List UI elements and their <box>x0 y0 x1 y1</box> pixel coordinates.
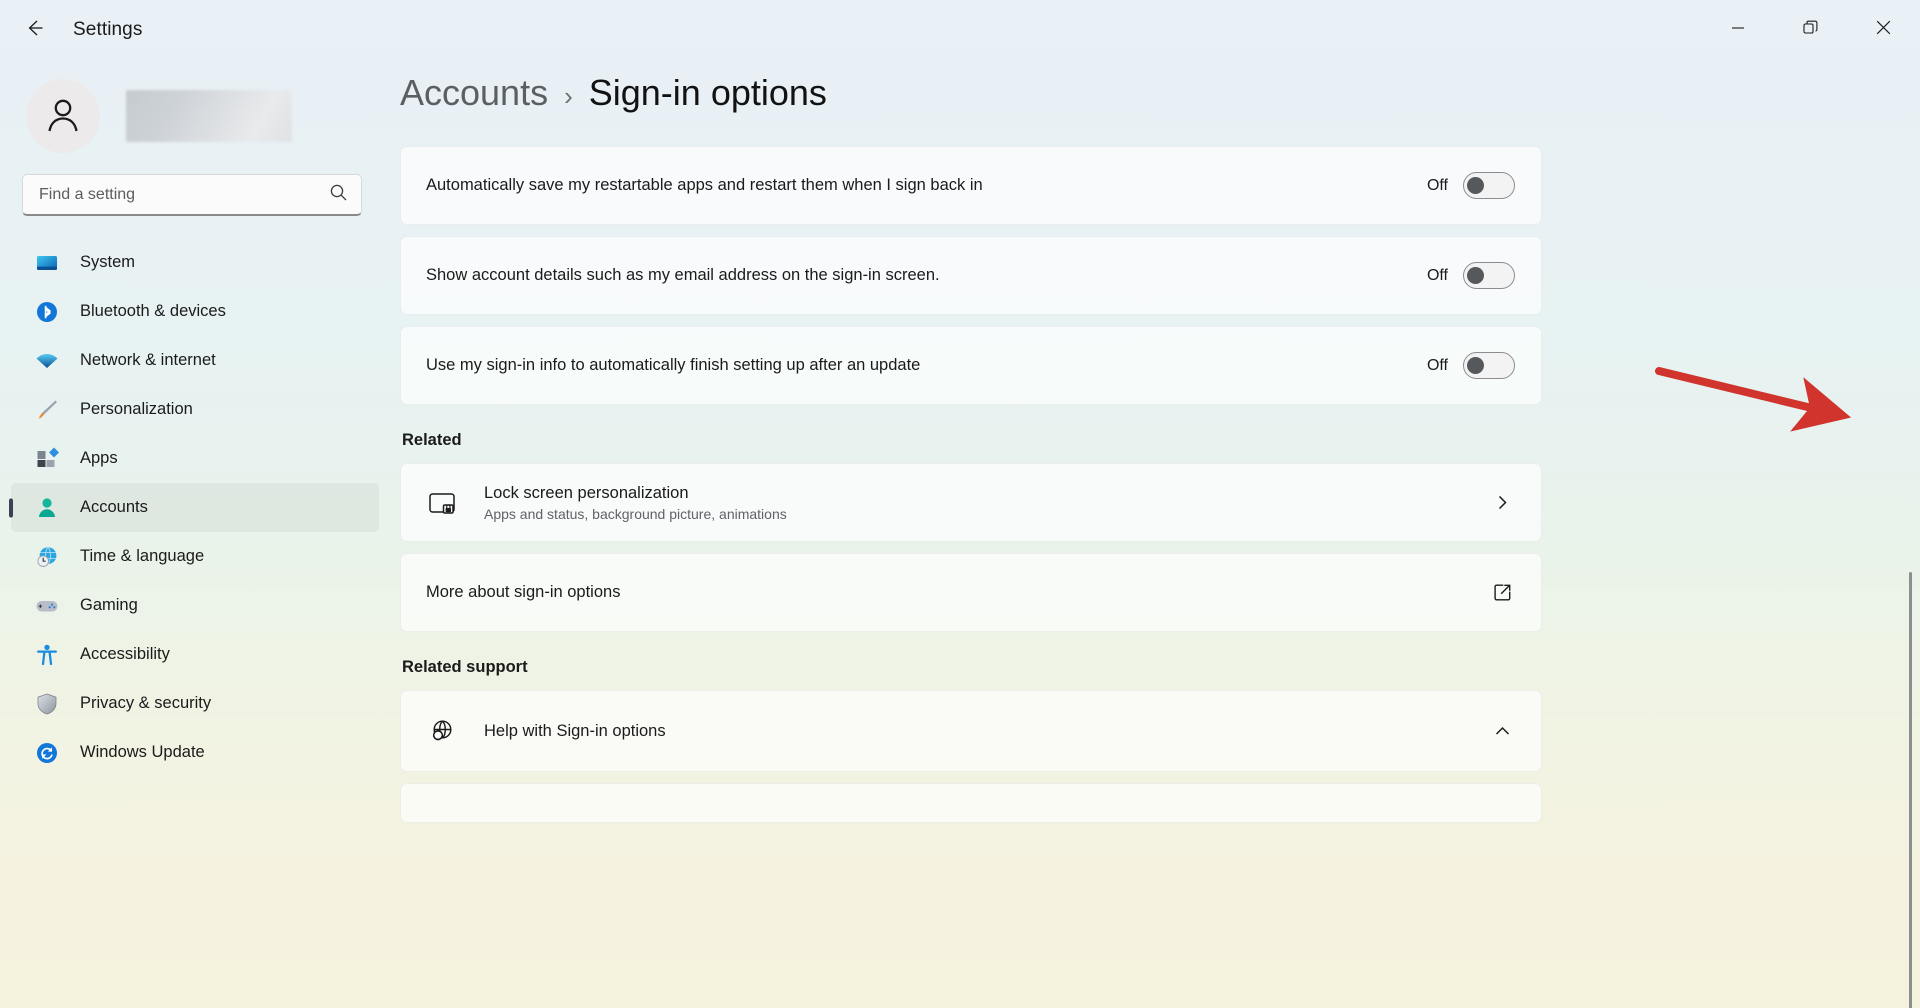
toggle-knob <box>1467 267 1484 284</box>
close-icon <box>1876 20 1891 40</box>
sidebar-item-gaming[interactable]: Gaming <box>11 581 379 630</box>
sidebar-item-label: Accessibility <box>80 645 170 663</box>
restore-icon <box>1803 20 1818 40</box>
accounts-icon <box>34 495 60 521</box>
person-avatar-icon <box>42 93 84 140</box>
system-icon <box>34 250 60 276</box>
search-input[interactable] <box>39 185 329 204</box>
related-item-lock-screen[interactable]: Lock screen personalization Apps and sta… <box>400 463 1542 542</box>
close-button[interactable] <box>1847 0 1920 60</box>
sidebar-item-label: System <box>80 253 136 271</box>
sidebar-item-label: Windows Update <box>80 743 205 761</box>
toggle-state-label: Off <box>1426 266 1448 284</box>
bluetooth-icon <box>34 299 60 325</box>
paintbrush-icon <box>34 397 60 423</box>
sidebar-item-label: Gaming <box>80 596 138 614</box>
app-title: Settings <box>73 19 143 40</box>
setting-row-use-signin-info: Use my sign-in info to automatically fin… <box>400 326 1542 405</box>
toggle-state-label: Off <box>1426 356 1448 374</box>
sidebar-item-bluetooth[interactable]: Bluetooth & devices <box>11 287 379 336</box>
chevron-right-icon <box>1489 494 1515 511</box>
external-link-icon <box>1489 583 1515 602</box>
sidebar-item-system[interactable]: System <box>11 238 379 287</box>
apps-icon <box>34 446 60 472</box>
breadcrumb-separator: › <box>564 81 573 111</box>
window-controls <box>1701 0 1920 60</box>
sidebar-item-label: Bluetooth & devices <box>80 302 226 320</box>
toggle-group: Off <box>1427 262 1515 289</box>
setting-toggle[interactable] <box>1463 262 1515 289</box>
setting-row-restartable-apps: Automatically save my restartable apps a… <box>400 146 1542 225</box>
setting-label: Automatically save my restartable apps a… <box>426 176 983 194</box>
sidebar-item-accessibility[interactable]: Accessibility <box>11 630 379 679</box>
support-item-help[interactable]: Help with Sign-in options <box>400 690 1542 772</box>
breadcrumb: Accounts › Sign-in options <box>400 60 1920 114</box>
support-item-title: Help with Sign-in options <box>484 721 666 740</box>
sidebar-item-label: Privacy & security <box>80 694 212 712</box>
sidebar-item-privacy-security[interactable]: Privacy & security <box>11 679 379 728</box>
sidebar-item-time-language[interactable]: Time & language <box>11 532 379 581</box>
toggle-group: Off <box>1427 172 1515 199</box>
chevron-up-icon[interactable] <box>1489 722 1515 741</box>
shield-icon <box>34 691 60 717</box>
setting-toggle[interactable] <box>1463 172 1515 199</box>
sidebar-item-label: Accounts <box>80 498 148 516</box>
wifi-icon <box>34 348 60 374</box>
maximize-button[interactable] <box>1774 0 1847 60</box>
related-item-title: Lock screen personalization <box>484 483 689 502</box>
setting-label: Use my sign-in info to automatically fin… <box>426 356 921 374</box>
account-name-redacted <box>126 90 292 142</box>
toggle-group: Off <box>1427 352 1515 379</box>
support-item-expanded-panel <box>400 783 1542 823</box>
search-icon[interactable] <box>329 183 348 207</box>
setting-label: Show account details such as my email ad… <box>426 266 940 284</box>
sidebar-item-accounts[interactable]: Accounts <box>11 483 379 532</box>
arrow-left-icon <box>23 17 45 44</box>
search-box[interactable] <box>22 174 362 216</box>
sidebar: System Bluetooth & devices <box>0 60 390 1008</box>
title-bar: Settings <box>0 0 1920 60</box>
back-button[interactable] <box>12 11 56 49</box>
sidebar-item-personalization[interactable]: Personalization <box>11 385 379 434</box>
toggle-state-label: Off <box>1426 176 1448 194</box>
minimize-icon <box>1731 21 1745 40</box>
vertical-scrollbar[interactable] <box>1909 572 1912 1008</box>
section-heading-related: Related <box>402 431 462 449</box>
accessibility-icon <box>34 642 60 668</box>
toggle-knob <box>1467 357 1484 374</box>
sidebar-item-windows-update[interactable]: Windows Update <box>11 728 379 777</box>
breadcrumb-parent[interactable]: Accounts <box>400 72 548 114</box>
avatar <box>26 79 100 153</box>
related-item-subtitle: Apps and status, background picture, ani… <box>484 505 787 522</box>
settings-list: Automatically save my restartable apps a… <box>400 146 1542 823</box>
minimize-button[interactable] <box>1701 0 1774 60</box>
clock-globe-icon <box>34 544 60 570</box>
sidebar-item-apps[interactable]: Apps <box>11 434 379 483</box>
account-header[interactable] <box>0 60 390 156</box>
related-item-title: More about sign-in options <box>426 583 621 601</box>
page-title: Sign-in options <box>588 72 827 113</box>
gamepad-icon <box>34 593 60 619</box>
sidebar-item-label: Apps <box>80 449 118 467</box>
setting-toggle[interactable] <box>1463 352 1515 379</box>
lock-screen-icon <box>426 487 458 519</box>
sidebar-nav: System Bluetooth & devices Network & int… <box>0 238 390 777</box>
update-icon <box>34 740 60 766</box>
sidebar-item-label: Time & language <box>80 547 205 565</box>
setting-row-show-account-details: Show account details such as my email ad… <box>400 236 1542 315</box>
toggle-knob <box>1467 177 1484 194</box>
help-globe-icon <box>426 715 458 747</box>
sidebar-item-label: Personalization <box>80 400 193 418</box>
sidebar-item-label: Network & internet <box>80 351 216 369</box>
sidebar-item-network[interactable]: Network & internet <box>11 336 379 385</box>
related-item-more-about[interactable]: More about sign-in options <box>400 553 1542 632</box>
section-heading-related-support: Related support <box>402 658 528 676</box>
main-content: Accounts › Sign-in options Automatically… <box>390 60 1920 1008</box>
